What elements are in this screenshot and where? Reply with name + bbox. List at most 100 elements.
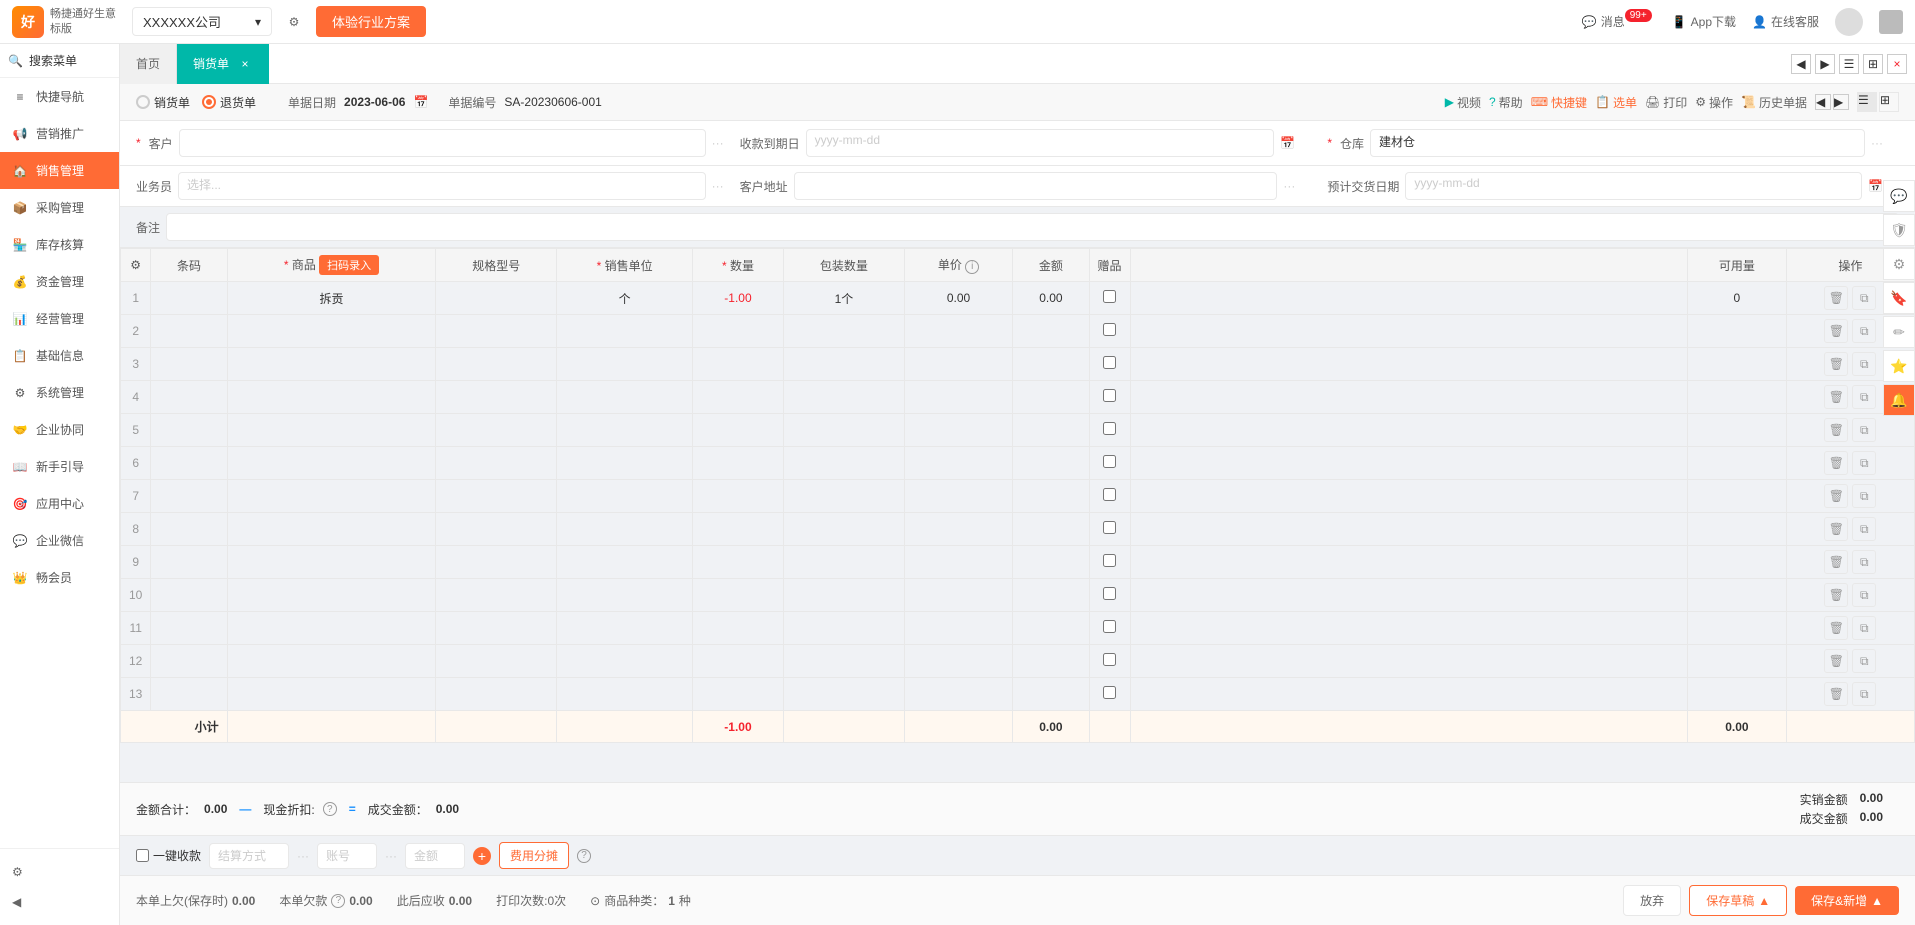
cell-pack-qty[interactable] bbox=[784, 612, 905, 645]
cell-unit[interactable] bbox=[557, 447, 693, 480]
account-more-icon[interactable]: ··· bbox=[385, 849, 397, 863]
notice-button[interactable]: 💬 消息 99+ bbox=[1582, 13, 1656, 30]
cell-spec[interactable] bbox=[436, 480, 557, 513]
tab-sales-order[interactable]: 销货单 × bbox=[177, 44, 269, 84]
sidebar-item-apps[interactable]: 🎯 应用中心 bbox=[0, 485, 119, 522]
date-value[interactable]: 2023-06-06 bbox=[344, 95, 405, 109]
cell-barcode[interactable] bbox=[151, 678, 227, 711]
cell-unit[interactable]: 个 bbox=[557, 282, 693, 315]
cell-price[interactable] bbox=[904, 579, 1012, 612]
delete-row-button[interactable]: 🗑 bbox=[1824, 319, 1848, 343]
copy-row-button[interactable]: ⧉ bbox=[1852, 682, 1876, 706]
cell-pack-qty[interactable] bbox=[784, 447, 905, 480]
cell-price[interactable] bbox=[904, 348, 1012, 381]
cell-product[interactable] bbox=[227, 579, 436, 612]
prev-record-icon[interactable]: ◀ bbox=[1815, 94, 1831, 110]
cell-amount[interactable]: 0.00 bbox=[1013, 282, 1089, 315]
cell-product[interactable] bbox=[227, 645, 436, 678]
tab-close-all-icon[interactable]: × bbox=[1887, 54, 1907, 74]
copy-row-button[interactable]: ⧉ bbox=[1852, 451, 1876, 475]
cell-price[interactable]: 0.00 bbox=[904, 282, 1012, 315]
payment-amount-input[interactable]: 金额 bbox=[405, 843, 465, 869]
product-type-icon[interactable]: ⊙ bbox=[590, 894, 600, 908]
tab-grid-icon[interactable]: ⊞ bbox=[1863, 54, 1883, 74]
cell-unit[interactable] bbox=[557, 414, 693, 447]
cell-spec[interactable] bbox=[436, 381, 557, 414]
cell-pack-qty[interactable] bbox=[784, 513, 905, 546]
settlement-more-icon[interactable]: ··· bbox=[297, 849, 309, 863]
tab-close-icon[interactable]: × bbox=[237, 56, 253, 72]
delete-row-button[interactable]: 🗑 bbox=[1824, 286, 1848, 310]
cell-spec[interactable] bbox=[436, 645, 557, 678]
cell-product[interactable] bbox=[227, 348, 436, 381]
cell-price[interactable] bbox=[904, 414, 1012, 447]
tab-prev-icon[interactable]: ◀ bbox=[1791, 54, 1811, 74]
cell-product[interactable]: 拆贡 bbox=[227, 282, 436, 315]
delete-row-button[interactable]: 🗑 bbox=[1824, 583, 1848, 607]
warehouse-input[interactable]: 建材仓 bbox=[1370, 129, 1865, 157]
cell-quantity[interactable] bbox=[692, 381, 783, 414]
action-history[interactable]: 📜 历史单据 bbox=[1741, 94, 1807, 111]
gift-checkbox[interactable] bbox=[1103, 389, 1116, 402]
save-new-button[interactable]: 保存&新增 ▲ bbox=[1795, 886, 1899, 915]
copy-row-button[interactable]: ⧉ bbox=[1852, 484, 1876, 508]
cell-unit[interactable] bbox=[557, 381, 693, 414]
cell-gift[interactable] bbox=[1089, 579, 1130, 612]
cell-pack-qty[interactable] bbox=[784, 348, 905, 381]
cell-price[interactable] bbox=[904, 612, 1012, 645]
copy-row-button[interactable]: ⧉ bbox=[1852, 517, 1876, 541]
cell-barcode[interactable] bbox=[151, 315, 227, 348]
cell-spec[interactable] bbox=[436, 447, 557, 480]
sidebar-item-inventory[interactable]: 🏪 库存核算 bbox=[0, 226, 119, 263]
fee-info-icon[interactable]: ? bbox=[577, 849, 591, 863]
cell-spec[interactable] bbox=[436, 612, 557, 645]
gift-checkbox[interactable] bbox=[1103, 323, 1116, 336]
right-panel-settings-icon[interactable]: ⚙ bbox=[1883, 248, 1915, 280]
cell-price[interactable] bbox=[904, 546, 1012, 579]
cell-gift[interactable] bbox=[1089, 645, 1130, 678]
order-debt-info-icon[interactable]: ? bbox=[331, 894, 345, 908]
cell-price[interactable] bbox=[904, 315, 1012, 348]
view-list-icon[interactable]: ☰ bbox=[1857, 92, 1877, 112]
cell-quantity[interactable] bbox=[692, 315, 783, 348]
copy-row-button[interactable]: ⧉ bbox=[1852, 418, 1876, 442]
radio-sale-order[interactable]: 销货单 bbox=[136, 94, 190, 111]
settlement-method-input[interactable]: 结算方式 bbox=[209, 843, 289, 869]
sidebar-settings[interactable]: ⚙ bbox=[0, 857, 119, 887]
cell-price[interactable] bbox=[904, 513, 1012, 546]
cell-gift[interactable] bbox=[1089, 546, 1130, 579]
copy-row-button[interactable]: ⧉ bbox=[1852, 385, 1876, 409]
payment-checkbox-input[interactable] bbox=[136, 849, 149, 862]
cell-product[interactable] bbox=[227, 480, 436, 513]
cell-product[interactable] bbox=[227, 381, 436, 414]
sidebar-item-finance[interactable]: 💰 资金管理 bbox=[0, 263, 119, 300]
cell-product[interactable] bbox=[227, 447, 436, 480]
delete-row-button[interactable]: 🗑 bbox=[1824, 451, 1848, 475]
calendar2-icon[interactable]: 📅 bbox=[1280, 136, 1295, 150]
cell-amount[interactable] bbox=[1013, 381, 1089, 414]
gift-checkbox[interactable] bbox=[1103, 521, 1116, 534]
cell-barcode[interactable] bbox=[151, 348, 227, 381]
customer-more-icon[interactable]: ··· bbox=[712, 136, 724, 150]
sidebar-item-purchase[interactable]: 📦 采购管理 bbox=[0, 189, 119, 226]
cell-quantity[interactable] bbox=[692, 447, 783, 480]
copy-row-button[interactable]: ⧉ bbox=[1852, 583, 1876, 607]
address-input[interactable] bbox=[794, 172, 1278, 200]
account-input[interactable]: 账号 bbox=[317, 843, 377, 869]
collection-date-input[interactable]: yyyy-mm-dd bbox=[806, 129, 1275, 157]
cell-unit[interactable] bbox=[557, 315, 693, 348]
cell-unit[interactable] bbox=[557, 678, 693, 711]
warehouse-more-icon[interactable]: ··· bbox=[1871, 136, 1883, 150]
right-panel-orange-icon[interactable]: 🔔 bbox=[1883, 384, 1915, 416]
cell-quantity[interactable] bbox=[692, 579, 783, 612]
cell-barcode[interactable] bbox=[151, 282, 227, 315]
copy-row-button[interactable]: ⧉ bbox=[1852, 319, 1876, 343]
cell-gift[interactable] bbox=[1089, 612, 1130, 645]
cell-product[interactable] bbox=[227, 612, 436, 645]
search-menu[interactable]: 🔍 搜索菜单 bbox=[0, 44, 119, 78]
cell-amount[interactable] bbox=[1013, 480, 1089, 513]
salesman-more-icon[interactable]: ··· bbox=[712, 179, 724, 193]
view-grid-icon[interactable]: ⊞ bbox=[1879, 92, 1899, 112]
avatar[interactable] bbox=[1835, 8, 1863, 36]
cell-spec[interactable] bbox=[436, 315, 557, 348]
